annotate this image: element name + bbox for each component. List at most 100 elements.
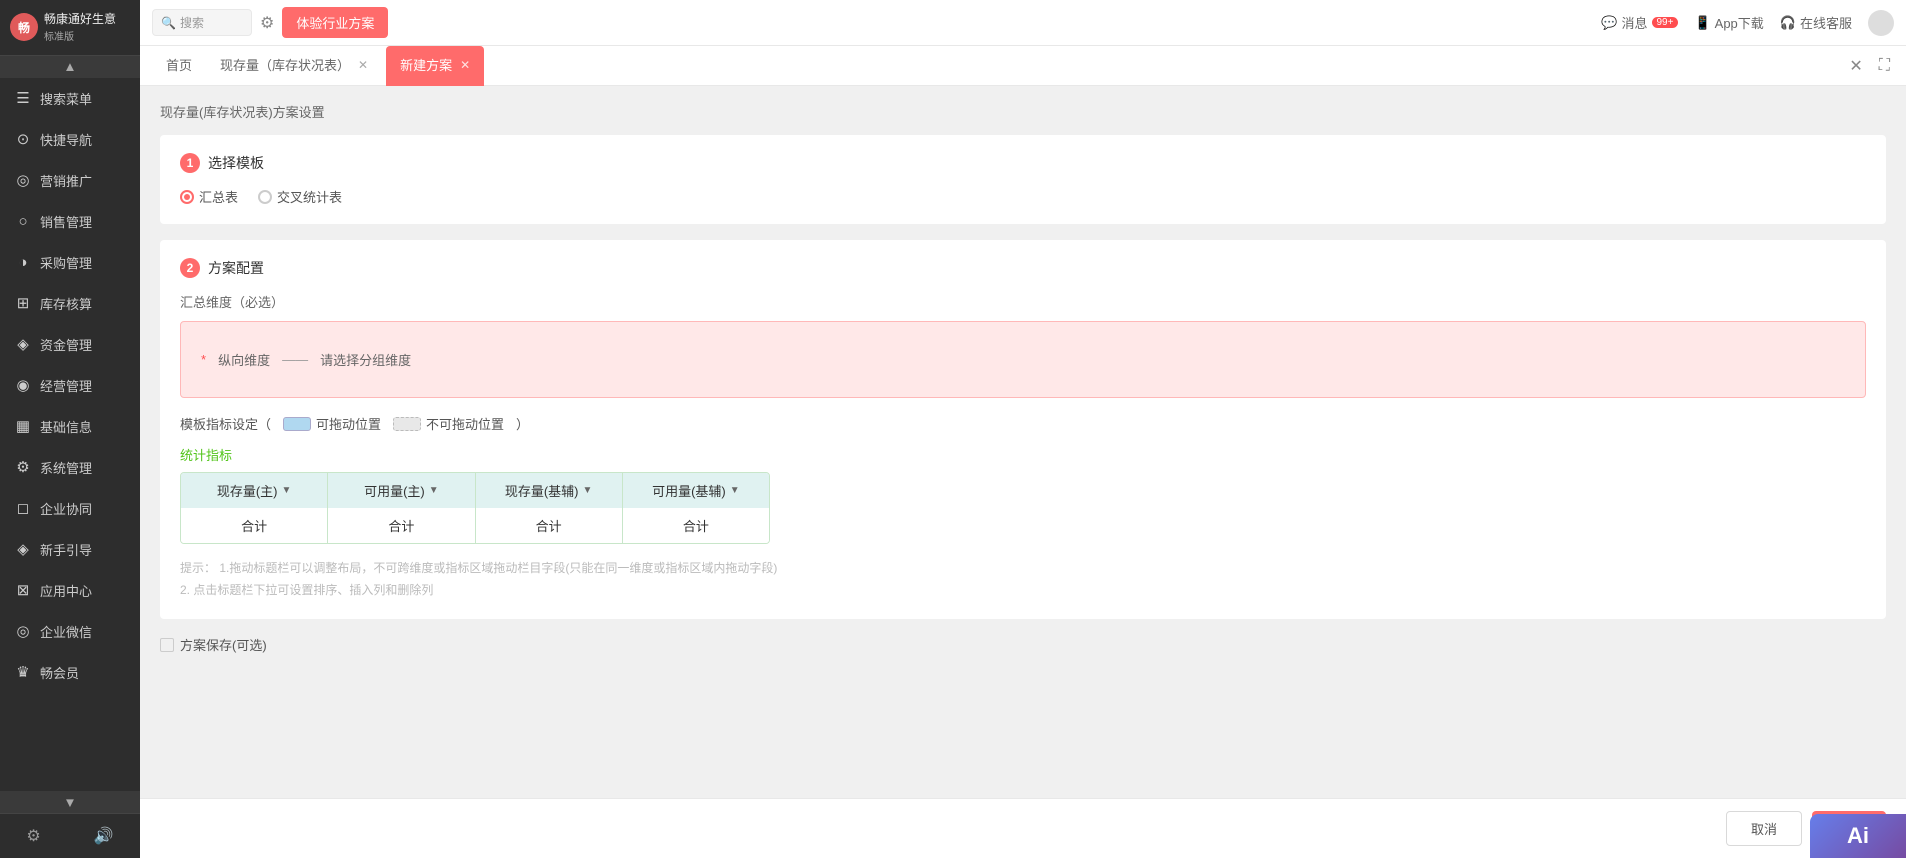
col-header-1[interactable]: 可用量(主) ▼ [328,473,475,508]
wechat-icon: ◎ [14,622,32,640]
sidebar-item-quick-nav[interactable]: ⊙ 快捷导航 [0,119,140,160]
sidebar-item-operations[interactable]: ◉ 经营管理 [0,365,140,406]
app-icon: 📱 [1694,15,1710,31]
search-icon: 🔍 [161,16,176,30]
system-icon: ⚙ [14,458,32,476]
search-text: 搜索 [180,14,204,31]
finance-icon: ◈ [14,335,32,353]
sidebar-item-vip[interactable]: ♛ 畅会员 [0,652,140,693]
enterprise-icon: ◻ [14,499,32,517]
draggable-label: 可拖动位置 [316,414,381,433]
sidebar-item-marketing[interactable]: ◎ 营销推广 [0,160,140,201]
app-logo-icon: 畅 [10,13,38,41]
sidebar-item-label: 应用中心 [40,581,92,600]
sidebar-item-label: 企业微信 [40,622,92,641]
radio-summary[interactable]: 汇总表 [180,187,238,206]
sidebar-item-label: 经营管理 [40,376,92,395]
user-avatar[interactable] [1868,10,1894,36]
sidebar-item-label: 销售管理 [40,212,92,231]
sidebar-item-search-menu[interactable]: ☰ 搜索菜单 [0,78,140,119]
col-header-0[interactable]: 现存量(主) ▼ [181,473,328,508]
radio-cross-dot [258,190,272,204]
message-badge: 99+ [1652,17,1679,28]
tab-home[interactable]: 首页 [152,46,206,86]
ai-badge[interactable]: Ai [1810,814,1906,858]
step1-title: 选择模板 [208,153,264,173]
non-draggable-label: 不可拖动位置 [426,414,504,433]
search-menu-icon: ☰ [14,89,32,107]
stats-table-header: 现存量(主) ▼ 可用量(主) ▼ 现存量(基辅) ▼ [181,473,769,508]
vip-icon: ♛ [14,663,32,681]
sidebar-item-basic-info[interactable]: ▦ 基础信息 [0,406,140,447]
sidebar-logo: 畅 畅康通好生意 标准版 [0,0,140,56]
stats-title: 统计指标 [180,445,1866,464]
draggable-box [283,417,311,431]
message-badge-item[interactable]: 💬 消息 99+ [1601,13,1678,32]
marketing-icon: ◎ [14,171,32,189]
app-name: 畅康通好生意 [44,12,116,28]
settings-icon[interactable]: ⚙ [18,822,48,850]
gear-button[interactable]: ⚙ [260,13,274,33]
radio-summary-dot [180,190,194,204]
step1-num: 1 [180,153,200,173]
radio-summary-label: 汇总表 [199,187,238,206]
sound-icon[interactable]: 🔊 [86,822,122,850]
purchase-icon: ◑ [14,254,32,271]
main-area: 🔍 搜索 ⚙ 体验行业方案 💬 消息 99+ 📱 App下载 🎧 在线客服 [140,0,1906,858]
col-body-2: 合计 [476,508,623,543]
tab-expand-button[interactable]: ⛶ [1875,53,1894,79]
tab-inventory-label: 现存量（库存状况表） [220,55,350,74]
sidebar-item-purchase[interactable]: ◑ 采购管理 [0,242,140,283]
sidebar-item-app-center[interactable]: ⊠ 应用中心 [0,570,140,611]
sidebar-nav: ☰ 搜索菜单 ⊙ 快捷导航 ◎ 营销推广 ○ 销售管理 ◑ 采购管理 ⊞ 库存核… [0,78,140,791]
inventory-icon: ⊞ [14,294,32,312]
sidebar-item-enterprise[interactable]: ◻ 企业协同 [0,488,140,529]
tab-home-label: 首页 [166,55,192,74]
top-search[interactable]: 🔍 搜索 [152,9,252,36]
tab-inventory-close[interactable]: ✕ [358,58,368,72]
dimension-area: * 纵向维度 —— 请选择分组维度 [180,321,1866,398]
quick-nav-icon: ⊙ [14,130,32,148]
sidebar-item-finance[interactable]: ◈ 资金管理 [0,324,140,365]
sidebar-item-wechat[interactable]: ◎ 企业微信 [0,611,140,652]
sidebar: 畅 畅康通好生意 标准版 ▲ ☰ 搜索菜单 ⊙ 快捷导航 ◎ 营销推广 ○ 销售… [0,0,140,858]
sidebar-item-system[interactable]: ⚙ 系统管理 [0,447,140,488]
basic-info-icon: ▦ [14,417,32,435]
tab-new-plan-close[interactable]: ✕ [460,58,470,72]
tip-2: 2. 点击标题栏下拉可设置排序、插入列和删除列 [180,580,1866,602]
sidebar-item-sales[interactable]: ○ 销售管理 [0,201,140,242]
vertical-label: 纵向维度 [218,350,270,369]
online-service-item[interactable]: 🎧 在线客服 [1780,13,1852,32]
col-body-1: 合计 [328,508,475,543]
dimension-placeholder[interactable]: 请选择分组维度 [320,350,411,369]
tab-new-plan[interactable]: 新建方案 ✕ [386,46,484,86]
sidebar-item-label: 快捷导航 [40,130,92,149]
radio-cross-label: 交叉统计表 [277,187,342,206]
col-header-3[interactable]: 可用量(基辅) ▼ [623,473,769,508]
stats-table: 现存量(主) ▼ 可用量(主) ▼ 现存量(基辅) ▼ [180,472,770,544]
sidebar-item-label: 库存核算 [40,294,92,313]
sidebar-scroll-down[interactable]: ▼ [0,791,140,813]
cancel-button[interactable]: 取消 [1726,811,1802,846]
service-icon: 🎧 [1780,15,1796,31]
save-checkbox[interactable] [160,638,174,652]
sidebar-item-label: 新手引导 [40,540,92,559]
sidebar-item-label: 企业协同 [40,499,92,518]
app-download-item[interactable]: 📱 App下载 [1694,13,1763,32]
tab-close-all-button[interactable]: ✕ [1845,52,1866,80]
sidebar-item-label: 采购管理 [40,253,92,272]
chevron-down-icon-3: ▼ [730,485,740,496]
sidebar-item-inventory[interactable]: ⊞ 库存核算 [0,283,140,324]
tab-inventory-status[interactable]: 现存量（库存状况表） ✕ [206,46,382,86]
step1-block: 1 选择模板 汇总表 交叉统计表 [160,135,1886,224]
newbie-icon: ◈ [14,540,32,558]
step2-num: 2 [180,258,200,278]
col-header-2[interactable]: 现存量(基辅) ▼ [476,473,623,508]
col-body-3: 合计 [623,508,769,543]
chevron-down-icon-0: ▼ [282,485,292,496]
radio-cross[interactable]: 交叉统计表 [258,187,342,206]
sidebar-scroll-up[interactable]: ▲ [0,56,140,78]
sidebar-item-newbie[interactable]: ◈ 新手引导 [0,529,140,570]
trial-button[interactable]: 体验行业方案 [282,7,388,38]
sidebar-item-label: 系统管理 [40,458,92,477]
